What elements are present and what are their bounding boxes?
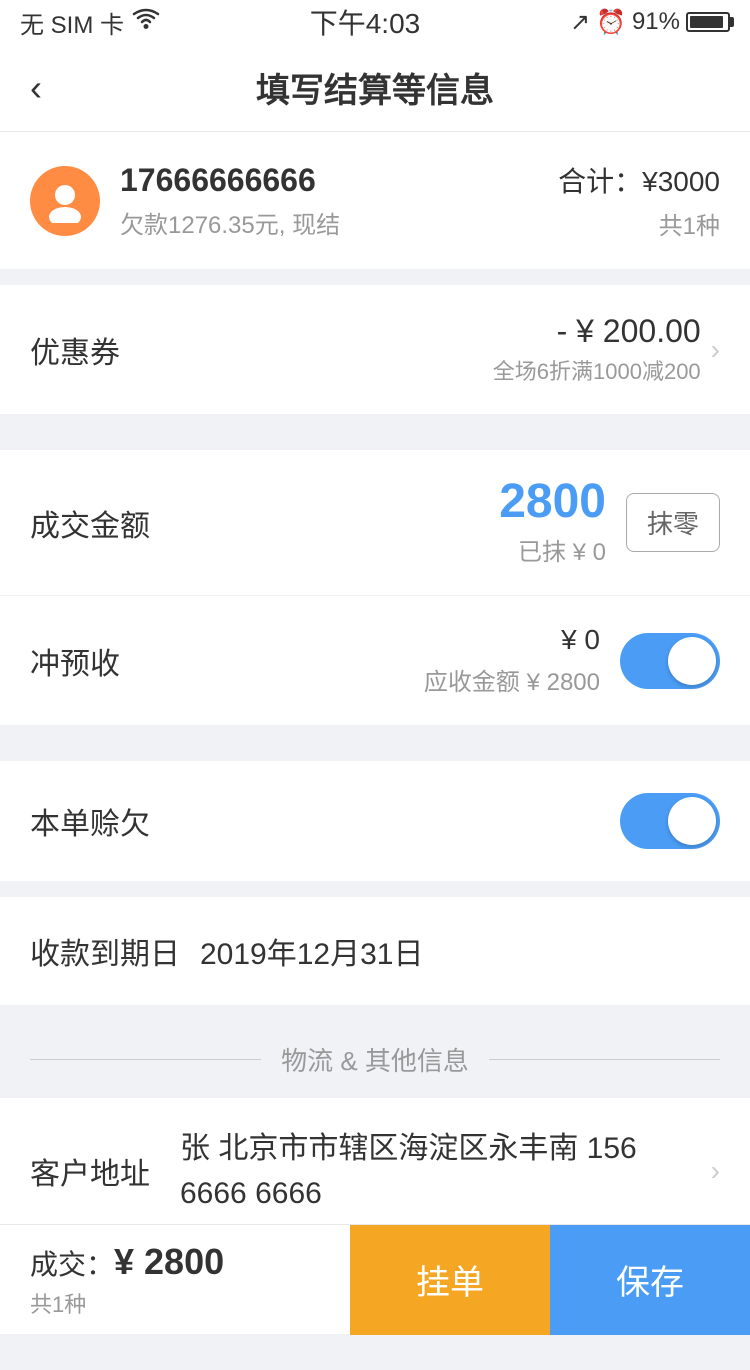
bottom-count: 共1种 xyxy=(30,1287,320,1319)
debt-order-section: 本单赊欠 xyxy=(0,761,750,881)
coupon-label: 优惠券 xyxy=(30,328,120,372)
amount-section: 成交金额 2800 已抹 ¥ 0 抹零 冲预收 ¥ 0 应收金额 ¥ 2800 xyxy=(0,450,750,725)
customer-right: 合计：¥3000 共1种 xyxy=(558,160,720,241)
hang-button[interactable]: 挂单 xyxy=(350,1225,550,1335)
sep-line-right xyxy=(489,1059,720,1060)
prepay-label: 冲预收 xyxy=(30,639,120,683)
battery-icon xyxy=(686,12,730,32)
address-row[interactable]: 客户地址 张 北京市市辖区海淀区永丰南 156 6666 6666 › xyxy=(0,1098,750,1244)
coupon-section: 优惠券 - ¥ 200.00 全场6折满1000减200 › xyxy=(0,285,750,414)
prepay-toggle[interactable] xyxy=(620,633,720,689)
alarm-icon: ⏰ xyxy=(596,8,626,37)
chevron-right-icon: › xyxy=(711,334,720,366)
status-left: 无 SIM 卡 xyxy=(20,5,160,40)
bottom-deal-amount: ¥ 2800 xyxy=(114,1241,224,1282)
debt-order-toggle[interactable] xyxy=(620,793,720,849)
bottom-deal-text: 成交： xyxy=(30,1249,114,1280)
duedate-value: 2019年12月31日 xyxy=(200,929,423,973)
prepay-bottom: 应收金额 ¥ 2800 xyxy=(424,662,600,697)
address-label: 客户地址 xyxy=(30,1149,150,1193)
wifi-icon xyxy=(132,8,160,37)
customer-row: 17666666666 欠款1276.35元, 现结 合计：¥3000 共1种 xyxy=(0,132,750,269)
customer-total: 合计：¥3000 xyxy=(558,160,720,200)
bottom-deal-label: 成交：¥ 2800 xyxy=(30,1241,320,1283)
status-right: ↗ ⏰ 91% xyxy=(570,8,730,37)
deal-amount-row: 成交金额 2800 已抹 ¥ 0 抹零 xyxy=(0,450,750,595)
customer-debt: 欠款1276.35元, 现结 xyxy=(120,205,340,240)
address-chevron-icon: › xyxy=(711,1155,720,1187)
location-icon: ↗ xyxy=(570,8,590,37)
duedate-label: 收款到期日 xyxy=(30,929,180,973)
coupon-row[interactable]: 优惠券 - ¥ 200.00 全场6折满1000减200 › xyxy=(0,285,750,414)
gray-separator-1 xyxy=(0,430,750,450)
customer-count: 共1种 xyxy=(558,206,720,241)
bottom-summary: 成交：¥ 2800 共1种 xyxy=(0,1241,350,1319)
save-button[interactable]: 保存 xyxy=(550,1225,750,1335)
deal-main-num: 2800 xyxy=(499,478,606,526)
customer-section: 17666666666 欠款1276.35元, 现结 合计：¥3000 共1种 xyxy=(0,132,750,269)
coupon-discount: - ¥ 200.00 xyxy=(493,313,701,350)
address-content: 张 北京市市辖区海淀区永丰南 156 6666 6666 xyxy=(180,1126,711,1216)
debt-toggle-knob xyxy=(668,797,716,845)
battery-percent: 91% xyxy=(632,8,680,36)
toggle-knob xyxy=(668,637,716,685)
gray-separator-2 xyxy=(0,741,750,761)
coupon-right: - ¥ 200.00 全场6折满1000减200 › xyxy=(493,313,720,386)
logistics-separator: 物流 & 其他信息 xyxy=(0,1021,750,1098)
prepay-amount: ¥ 0 应收金额 ¥ 2800 xyxy=(424,624,600,697)
deal-label: 成交金额 xyxy=(30,501,150,545)
bottom-bar: 成交：¥ 2800 共1种 挂单 保存 xyxy=(0,1224,750,1334)
prepay-row: 冲预收 ¥ 0 应收金额 ¥ 2800 xyxy=(0,595,750,725)
page-title: 填写结算等信息 xyxy=(256,63,494,112)
coupon-desc: 全场6折满1000减200 xyxy=(493,354,701,386)
prepay-right: ¥ 0 应收金额 ¥ 2800 xyxy=(424,624,720,697)
status-time: 下午4:03 xyxy=(310,2,421,42)
avatar xyxy=(30,166,100,236)
customer-left: 17666666666 欠款1276.35元, 现结 xyxy=(30,162,340,240)
logistics-sep-text: 物流 & 其他信息 xyxy=(281,1041,469,1078)
prepay-top: ¥ 0 xyxy=(424,624,600,656)
status-bar: 无 SIM 卡 下午4:03 ↗ ⏰ 91% xyxy=(0,0,750,44)
back-button[interactable]: ‹ xyxy=(30,67,42,109)
deal-right: 2800 已抹 ¥ 0 抹零 xyxy=(499,478,720,567)
customer-phone: 17666666666 xyxy=(120,162,340,199)
customer-info: 17666666666 欠款1276.35元, 现结 xyxy=(120,162,340,240)
sep-line-left xyxy=(30,1059,261,1060)
round-button[interactable]: 抹零 xyxy=(626,493,720,552)
coupon-amount: - ¥ 200.00 全场6折满1000减200 xyxy=(493,313,701,386)
deal-sub-text: 已抹 ¥ 0 xyxy=(499,532,606,567)
nav-bar: ‹ 填写结算等信息 xyxy=(0,44,750,132)
duedate-row: 收款到期日 2019年12月31日 xyxy=(0,897,750,1005)
debt-order-label: 本单赊欠 xyxy=(30,799,150,843)
deal-amount-value: 2800 已抹 ¥ 0 xyxy=(499,478,606,567)
sim-status: 无 SIM 卡 xyxy=(20,5,124,40)
